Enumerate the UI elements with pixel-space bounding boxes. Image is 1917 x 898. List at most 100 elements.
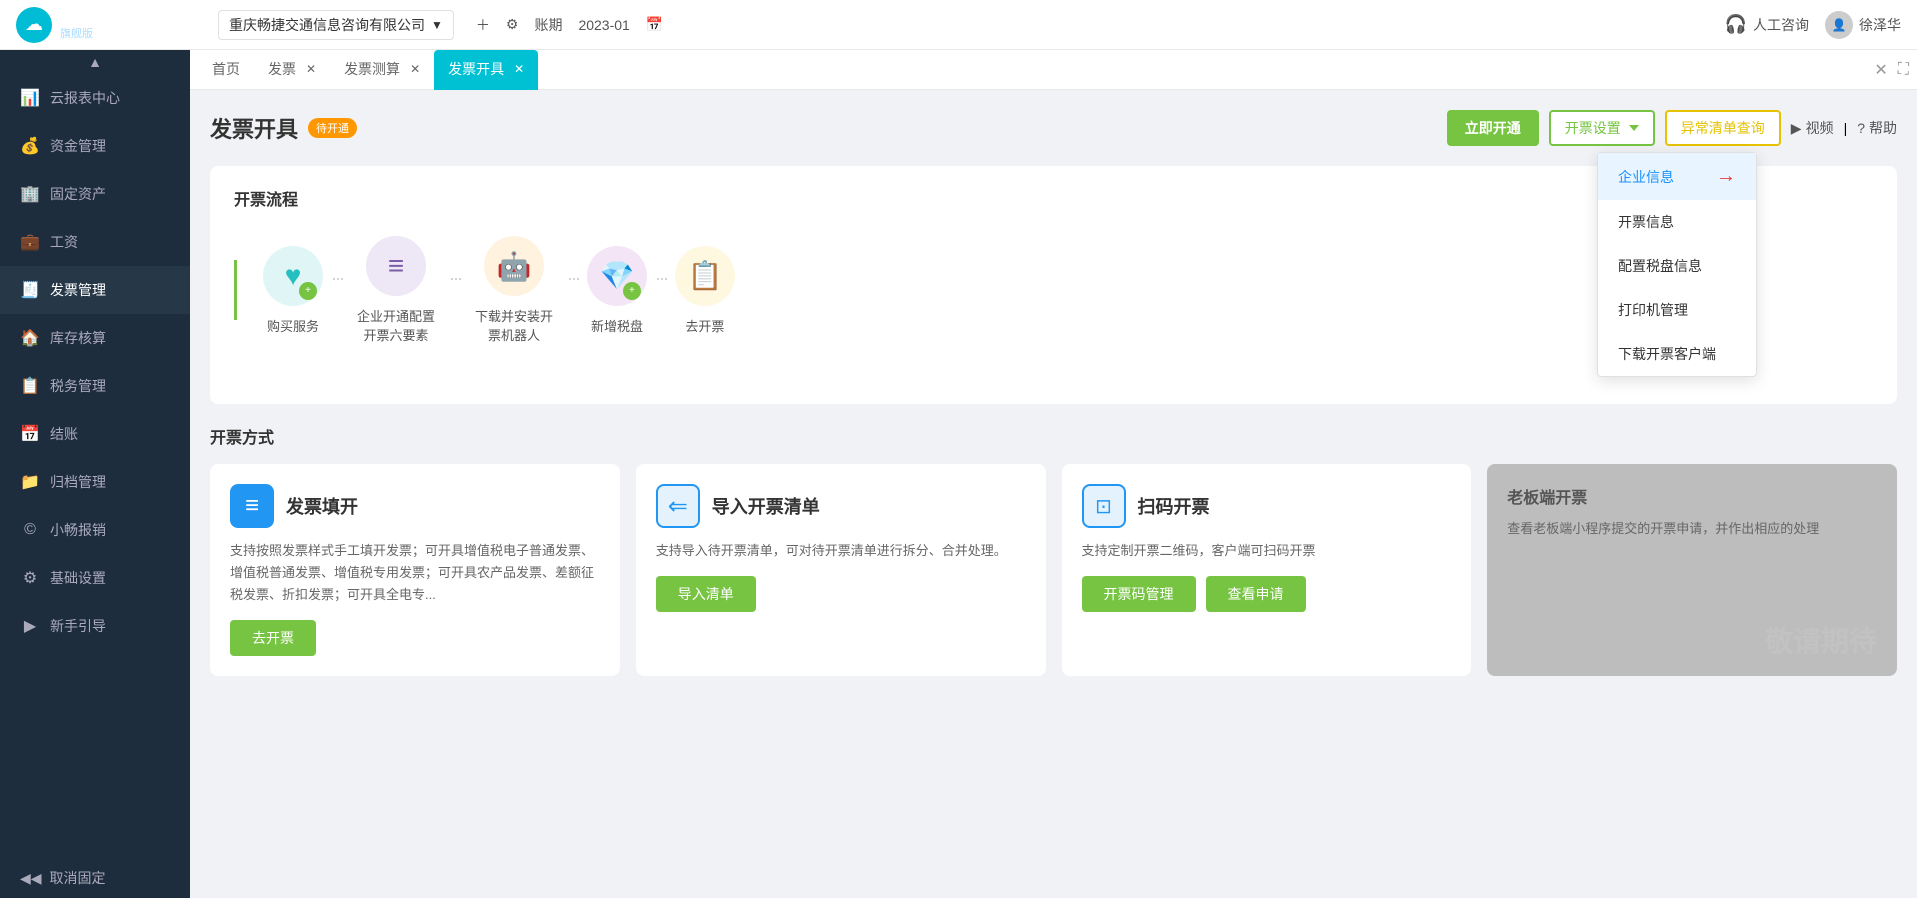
fill-invoice-desc: 支持按照发票样式手工填开发票；可开具增值税电子普通发票、增值税普通发票、增值税专… bbox=[230, 540, 600, 606]
process-icon-config: ≡ bbox=[366, 236, 426, 296]
methods-section-title: 开票方式 bbox=[210, 424, 1897, 448]
user-name: 徐泽华 bbox=[1859, 15, 1901, 35]
tab-invoice-close[interactable]: ✕ bbox=[306, 62, 316, 76]
tab-invoice-calc-close[interactable]: ✕ bbox=[410, 62, 420, 76]
fill-invoice-title: 发票填开 bbox=[286, 493, 358, 519]
sidebar-item-reports[interactable]: 📊 云报表中心 bbox=[0, 74, 190, 122]
method-scan-header: ⊡ 扫码开票 bbox=[1082, 484, 1452, 528]
support-area[interactable]: 🎧 人工咨询 bbox=[1725, 14, 1809, 35]
settings-dropdown-arrow bbox=[1629, 125, 1639, 131]
headset-icon: 🎧 bbox=[1725, 14, 1747, 35]
sidebar-item-invoice-mgmt[interactable]: 🧾 发票管理 bbox=[0, 266, 190, 314]
separator: | bbox=[1844, 120, 1848, 136]
dropdown-item-tax-disk[interactable]: 配置税盘信息 bbox=[1598, 244, 1756, 288]
tab-invoice-open-label: 发票开具 bbox=[448, 59, 504, 79]
waiting-text: 敬请期待 bbox=[1765, 620, 1877, 660]
archive-icon: 📁 bbox=[20, 472, 40, 492]
sidebar-item-payroll[interactable]: 💼 工资 bbox=[0, 218, 190, 266]
import-list-button[interactable]: 导入清单 bbox=[656, 576, 756, 612]
sidebar-item-guide[interactable]: ▶ 新手引导 bbox=[0, 602, 190, 650]
base-settings-icon: ⚙ bbox=[20, 568, 40, 588]
activate-button[interactable]: 立即开通 bbox=[1447, 110, 1539, 146]
window-controls: ✕ ⛶ bbox=[1874, 60, 1909, 80]
invoice-mgmt-icon: 🧾 bbox=[20, 280, 40, 300]
user-area[interactable]: 👤 徐泽华 bbox=[1825, 11, 1901, 39]
period-label: 账期 bbox=[534, 15, 562, 35]
tab-invoice-calc[interactable]: 发票测算 ✕ bbox=[330, 50, 434, 90]
printer-label: 打印机管理 bbox=[1618, 302, 1688, 318]
method-card-import: ⇐ 导入开票清单 支持导入待开票清单，可对待开票清单进行拆分、合并处理。 导入清… bbox=[636, 464, 1046, 676]
calendar-button[interactable]: 📅 bbox=[646, 16, 663, 33]
sidebar-item-archive[interactable]: 📁 归档管理 bbox=[0, 458, 190, 506]
process-icon-go-invoice: 📋 bbox=[675, 246, 735, 306]
page-title-area: 发票开具 待开通 bbox=[210, 112, 357, 144]
company-selector[interactable]: 重庆畅捷交通信息咨询有限公司 ▼ bbox=[218, 10, 454, 40]
import-invoice-icon: ⇐ bbox=[656, 484, 700, 528]
support-label: 人工咨询 bbox=[1753, 15, 1809, 35]
invoice-info-label: 开票信息 bbox=[1618, 214, 1674, 230]
tax-disk-label: 配置税盘信息 bbox=[1618, 258, 1702, 274]
tab-invoice-open[interactable]: 发票开具 ✕ bbox=[434, 50, 538, 90]
dropdown-item-download-client[interactable]: 下载开票客户端 bbox=[1598, 332, 1756, 376]
close-window-icon[interactable]: ✕ bbox=[1874, 60, 1887, 80]
config-icon: ≡ bbox=[388, 250, 404, 282]
tab-home[interactable]: 首页 bbox=[198, 50, 254, 90]
method-card-fill: ≡ 发票填开 支持按照发票样式手工填开发票；可开具增值税电子普通发票、增值税普通… bbox=[210, 464, 620, 676]
help-label: 帮助 bbox=[1869, 118, 1897, 138]
boss-invoice-desc: 查看老板端小程序提交的开票申请，并作出相应的处理 bbox=[1507, 518, 1877, 540]
go-invoice-button[interactable]: 去开票 bbox=[230, 620, 316, 656]
sidebar-label-inventory: 库存核算 bbox=[50, 328, 106, 348]
process-step-taxdisk: 💎 + 新增税盘 bbox=[587, 246, 647, 335]
process-dots-4: ··· bbox=[655, 268, 667, 289]
avatar: 👤 bbox=[1825, 11, 1853, 39]
help-button[interactable]: ? 帮助 bbox=[1857, 118, 1897, 138]
page-content: 发票开具 待开通 立即开通 开票设置 异常清单查询 ▶ 视频 bbox=[190, 90, 1917, 898]
dropdown-item-printer[interactable]: 打印机管理 bbox=[1598, 288, 1756, 332]
add-company-button[interactable]: ＋ bbox=[476, 15, 490, 35]
topbar-right: 🎧 人工咨询 👤 徐泽华 bbox=[1725, 11, 1901, 39]
sidebar-label-archive: 归档管理 bbox=[50, 472, 106, 492]
process-step-go-invoice: 📋 去开票 bbox=[675, 246, 735, 335]
sidebar-nav: 📊 云报表中心 💰 资金管理 🏢 固定资产 💼 工资 🧾 发票管理 bbox=[0, 74, 190, 858]
qr-manage-button[interactable]: 开票码管理 bbox=[1082, 576, 1196, 612]
exception-list-button[interactable]: 异常清单查询 bbox=[1665, 110, 1781, 146]
sidebar-item-inventory[interactable]: 🏠 库存核算 bbox=[0, 314, 190, 362]
invoice-settings-button[interactable]: 开票设置 bbox=[1549, 110, 1655, 146]
funds-icon: 💰 bbox=[20, 136, 40, 156]
sidebar-item-assets[interactable]: 🏢 固定资产 bbox=[0, 170, 190, 218]
process-label-download: 下载并安装开票机器人 bbox=[469, 306, 559, 344]
reports-icon: 📊 bbox=[20, 88, 40, 108]
tab-invoice-open-close[interactable]: ✕ bbox=[514, 62, 524, 76]
sidebar-item-funds[interactable]: 💰 资金管理 bbox=[0, 122, 190, 170]
sidebar-cancel-pin[interactable]: ◀◀ 取消固定 bbox=[0, 858, 190, 898]
sidebar-scroll-up[interactable]: ▲ bbox=[0, 50, 190, 74]
pin-icon: ◀◀ bbox=[20, 870, 42, 887]
sidebar-item-settings[interactable]: ⚙ 基础设置 bbox=[0, 554, 190, 602]
dropdown-item-company-info[interactable]: 企业信息 → bbox=[1598, 153, 1756, 200]
sidebar-item-settlement[interactable]: 📅 结账 bbox=[0, 410, 190, 458]
process-label-buy: 购买服务 bbox=[267, 316, 319, 335]
video-button[interactable]: ▶ 视频 bbox=[1791, 118, 1834, 138]
sidebar-item-xiaochang[interactable]: © 小畅报销 bbox=[0, 506, 190, 554]
sidebar: ▲ 📊 云报表中心 💰 资金管理 🏢 固定资产 💼 工资 bbox=[0, 50, 190, 898]
sidebar-label-guide: 新手引导 bbox=[50, 616, 106, 636]
tab-invoice-label: 发票 bbox=[268, 59, 296, 79]
tax-icon: 📋 bbox=[20, 376, 40, 396]
company-info-label: 企业信息 bbox=[1618, 167, 1674, 187]
sidebar-item-tax[interactable]: 📋 税务管理 bbox=[0, 362, 190, 410]
settings-button[interactable]: ⚙ bbox=[506, 16, 519, 33]
sidebar-label-payroll: 工资 bbox=[50, 232, 78, 252]
cloud-icon: ☁ bbox=[25, 14, 43, 35]
methods-section: 开票方式 ≡ 发票填开 支持按照发票样式手工填开发票；可开具增值税电子普通发票、… bbox=[210, 424, 1897, 676]
maximize-window-icon[interactable]: ⛶ bbox=[1898, 61, 1909, 79]
process-dots-1: ··· bbox=[331, 268, 343, 289]
import-invoice-desc: 支持导入待开票清单，可对待开票清单进行拆分、合并处理。 bbox=[656, 540, 1026, 562]
sidebar-label-settings: 基础设置 bbox=[50, 568, 106, 588]
logo-area: ☁ 畅捷通好会计 旗舰版 bbox=[16, 7, 206, 43]
process-dots-3: ··· bbox=[567, 268, 579, 289]
view-apply-button[interactable]: 查看申请 bbox=[1206, 576, 1306, 612]
company-name: 重庆畅捷交通信息咨询有限公司 bbox=[229, 15, 425, 35]
assets-icon: 🏢 bbox=[20, 184, 40, 204]
dropdown-item-invoice-info[interactable]: 开票信息 bbox=[1598, 200, 1756, 244]
tab-invoice[interactable]: 发票 ✕ bbox=[254, 50, 330, 90]
